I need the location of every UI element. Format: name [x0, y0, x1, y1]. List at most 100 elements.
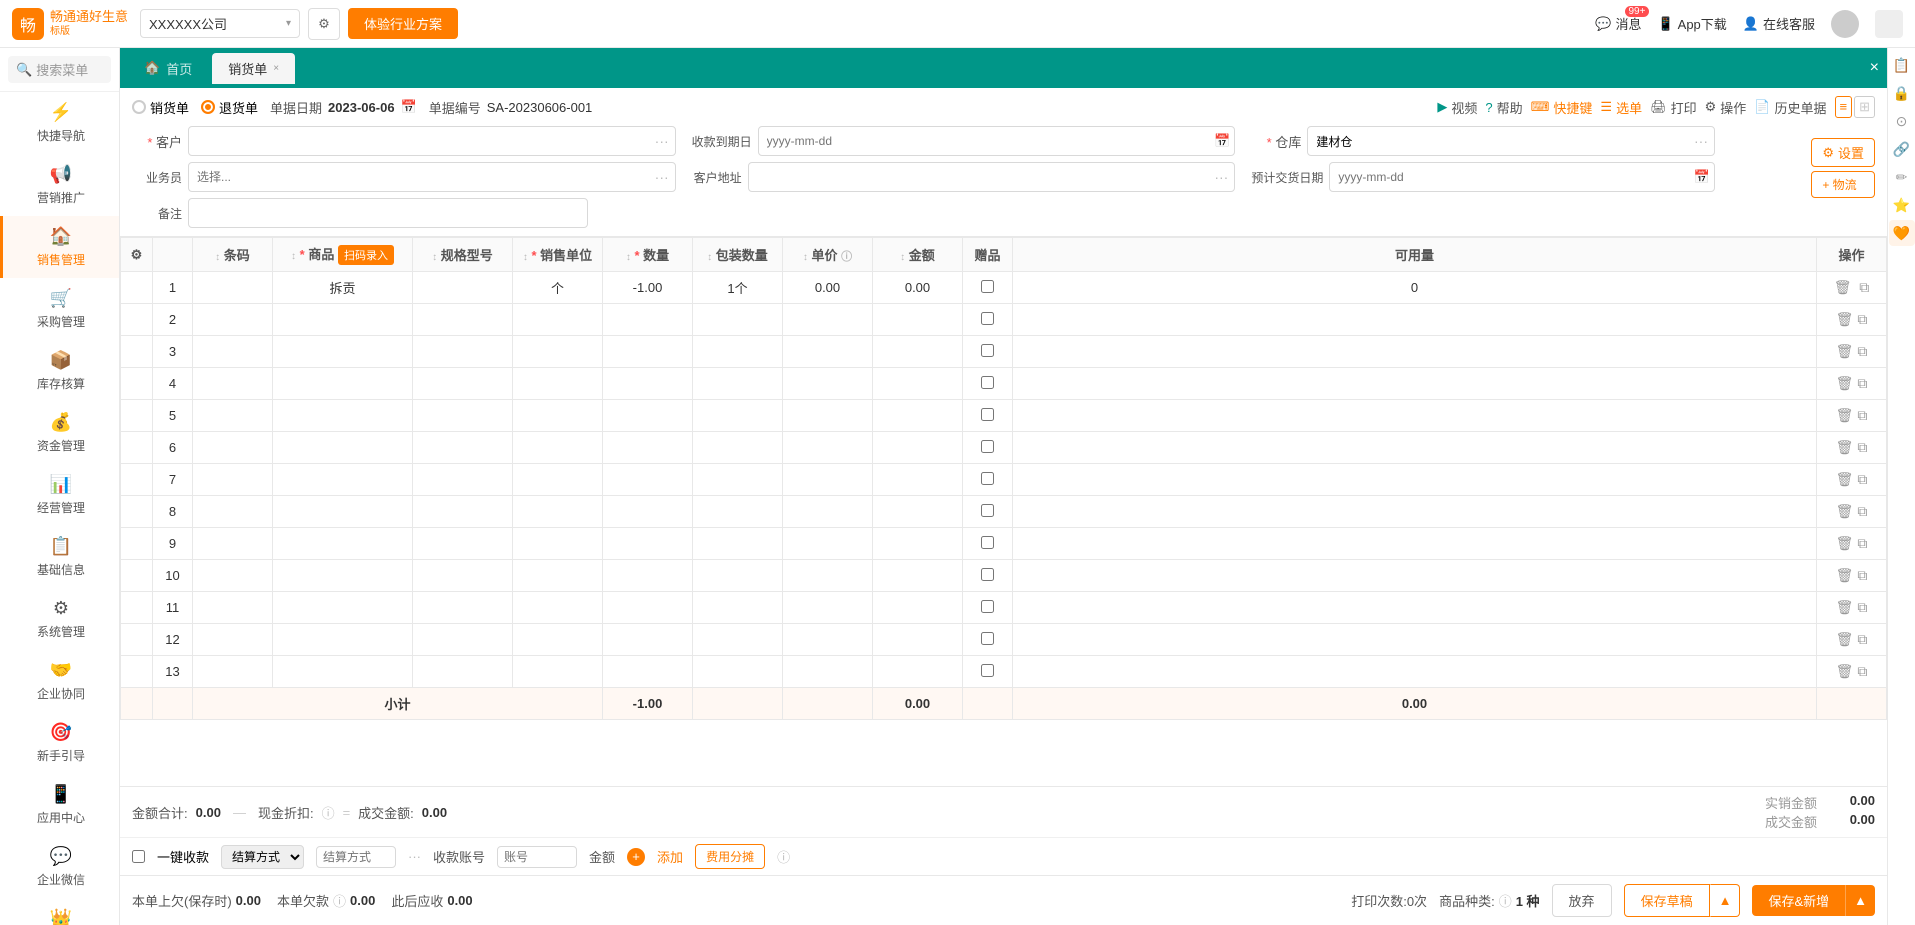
row-quantity[interactable]: -1.00 — [603, 272, 693, 304]
radio-sales-order[interactable]: 销货单 — [132, 98, 189, 117]
calendar-icon[interactable]: 📅 — [401, 99, 417, 115]
delete-icon[interactable]: 🗑 — [1836, 567, 1854, 583]
customer-dots-btn[interactable]: ··· — [653, 133, 671, 149]
row-gift[interactable] — [963, 272, 1013, 304]
save-draft-button[interactable]: 保存草稿 — [1624, 884, 1710, 917]
payment-calendar-icon[interactable]: 📅 — [1214, 133, 1230, 149]
form-settings-button[interactable]: ⚙ 设置 — [1811, 138, 1875, 167]
right-panel-icon-3[interactable]: ⊙ — [1889, 108, 1915, 134]
right-panel-icon-1[interactable]: 📋 — [1889, 52, 1915, 78]
tab-home[interactable]: 🏠 首页 — [128, 53, 208, 84]
customer-address-text-input[interactable] — [757, 170, 1211, 184]
view-list-icon[interactable]: ≡ — [1835, 96, 1853, 118]
help-action[interactable]: ? 帮助 — [1485, 98, 1522, 117]
sidebar-item-finance[interactable]: 💰 资金管理 — [0, 402, 119, 464]
sidebar-item-members[interactable]: 👑 畅会员 — [0, 898, 119, 925]
warehouse-text-input[interactable] — [1316, 134, 1690, 148]
sidebar-item-quick-nav[interactable]: ⚡ 快捷导航 — [0, 92, 119, 154]
row-product[interactable] — [273, 304, 413, 336]
delete-icon[interactable]: 🗑 — [1836, 535, 1854, 551]
copy-icon[interactable]: ⧉ — [1857, 663, 1867, 679]
delete-icon[interactable]: 🗑 — [1836, 311, 1854, 327]
right-panel-icon-7[interactable]: 🧡 — [1889, 220, 1915, 246]
customer-text-input[interactable] — [197, 134, 651, 148]
app-download-button[interactable]: 📱 App下载 — [1657, 14, 1726, 33]
settlement-method-select[interactable]: 结算方式 — [221, 845, 304, 869]
search-menu-button[interactable]: 🔍 搜索菜单 — [8, 56, 111, 83]
sidebar-item-purchase[interactable]: 🛒 采购管理 — [0, 278, 119, 340]
view-grid-icon[interactable]: ⊞ — [1854, 96, 1875, 118]
sidebar-item-basic[interactable]: 📋 基础信息 — [0, 526, 119, 588]
copy-icon[interactable]: ⧉ — [1857, 407, 1867, 423]
radio-return-order[interactable]: 退货单 — [201, 98, 258, 117]
online-service-button[interactable]: 👤 在线客服 — [1743, 14, 1815, 33]
account-input[interactable] — [497, 846, 577, 868]
salesperson-input[interactable]: ··· — [188, 162, 676, 192]
discard-button[interactable]: 放弃 — [1552, 884, 1612, 917]
user-settings-icon[interactable] — [1875, 10, 1903, 38]
row-unit[interactable]: 个 — [513, 272, 603, 304]
copy-row-icon[interactable]: ⧉ — [1859, 279, 1869, 295]
sidebar-item-sales[interactable]: 🏠 销售管理 — [0, 216, 119, 278]
sidebar-item-enterprise[interactable]: 🤝 企业协同 — [0, 650, 119, 712]
copy-icon[interactable]: ⧉ — [1857, 343, 1867, 359]
row-spec[interactable] — [413, 272, 513, 304]
delete-icon[interactable]: 🗑 — [1836, 439, 1854, 455]
remarks-input[interactable] — [188, 198, 588, 228]
scan-button[interactable]: 扫码录入 — [338, 245, 394, 265]
history-action[interactable]: 📄 历史单据 — [1754, 98, 1826, 117]
payment-date-text-input[interactable] — [767, 134, 1214, 148]
trial-button[interactable]: 体验行业方案 — [348, 8, 458, 39]
sidebar-item-inventory[interactable]: 📦 库存核算 — [0, 340, 119, 402]
delete-icon[interactable]: 🗑 — [1836, 599, 1854, 615]
tab-close-all[interactable]: × — [1870, 59, 1879, 77]
right-panel-icon-6[interactable]: ⭐ — [1889, 192, 1915, 218]
delete-row-icon[interactable]: 🗑 — [1834, 279, 1852, 295]
row-barcode[interactable] — [193, 304, 273, 336]
address-dots-btn[interactable]: ··· — [1212, 169, 1230, 185]
col-settings-icon[interactable]: ⚙ — [131, 247, 143, 262]
settlement-input[interactable] — [316, 846, 396, 868]
row-unit-price[interactable]: 0.00 — [783, 272, 873, 304]
row-barcode[interactable] — [193, 272, 273, 304]
right-panel-icon-2[interactable]: 🔒 — [1889, 80, 1915, 106]
delete-icon[interactable]: 🗑 — [1836, 663, 1854, 679]
select-action[interactable]: ☰ 选单 — [1600, 98, 1642, 117]
delivery-date-input[interactable]: 📅 — [1329, 162, 1715, 192]
copy-icon[interactable]: ⧉ — [1857, 599, 1867, 615]
right-panel-icon-5[interactable]: ✏ — [1889, 164, 1915, 190]
copy-icon[interactable]: ⧉ — [1857, 471, 1867, 487]
video-action[interactable]: ▶ 视频 — [1437, 98, 1477, 117]
delete-icon[interactable]: 🗑 — [1836, 631, 1854, 647]
sidebar-item-operations[interactable]: 📊 经营管理 — [0, 464, 119, 526]
copy-icon[interactable]: ⧉ — [1857, 375, 1867, 391]
sidebar-item-marketing[interactable]: 📢 营销推广 — [0, 154, 119, 216]
warehouse-input[interactable]: ··· — [1307, 126, 1715, 156]
copy-icon[interactable]: ⧉ — [1857, 311, 1867, 327]
delivery-date-text-input[interactable] — [1338, 170, 1693, 184]
copy-icon[interactable]: ⧉ — [1857, 439, 1867, 455]
salesperson-dots-btn[interactable]: ··· — [653, 169, 671, 185]
customer-input[interactable]: ··· — [188, 126, 676, 156]
warehouse-dots-btn[interactable]: ··· — [1692, 133, 1710, 149]
row-amount[interactable]: 0.00 — [873, 272, 963, 304]
delete-icon[interactable]: 🗑 — [1836, 407, 1854, 423]
row-product[interactable]: 拆贡 — [273, 272, 413, 304]
sidebar-item-wechat[interactable]: 💬 企业微信 — [0, 836, 119, 898]
copy-icon[interactable]: ⧉ — [1857, 631, 1867, 647]
payment-date-input[interactable]: 📅 — [758, 126, 1236, 156]
sidebar-item-system[interactable]: ⚙ 系统管理 — [0, 588, 119, 650]
copy-icon[interactable]: ⧉ — [1857, 567, 1867, 583]
tab-sales-order[interactable]: 销货单 × — [212, 53, 295, 84]
company-selector[interactable]: XXXXXX公司 ▾ — [140, 9, 300, 38]
row-pkg-qty[interactable]: 1个 — [693, 272, 783, 304]
add-payment-button[interactable]: + — [627, 848, 645, 866]
save-new-dropdown[interactable]: ▲ — [1845, 885, 1875, 916]
settings-button[interactable]: ⚙ — [308, 8, 340, 40]
th-settings[interactable]: ⚙ — [121, 238, 153, 272]
copy-icon[interactable]: ⧉ — [1857, 503, 1867, 519]
user-avatar[interactable] — [1831, 10, 1859, 38]
shortcuts-action[interactable]: ⌨ 快捷键 — [1531, 98, 1593, 117]
copy-icon[interactable]: ⧉ — [1857, 535, 1867, 551]
save-new-button[interactable]: 保存&新增 — [1752, 885, 1845, 916]
